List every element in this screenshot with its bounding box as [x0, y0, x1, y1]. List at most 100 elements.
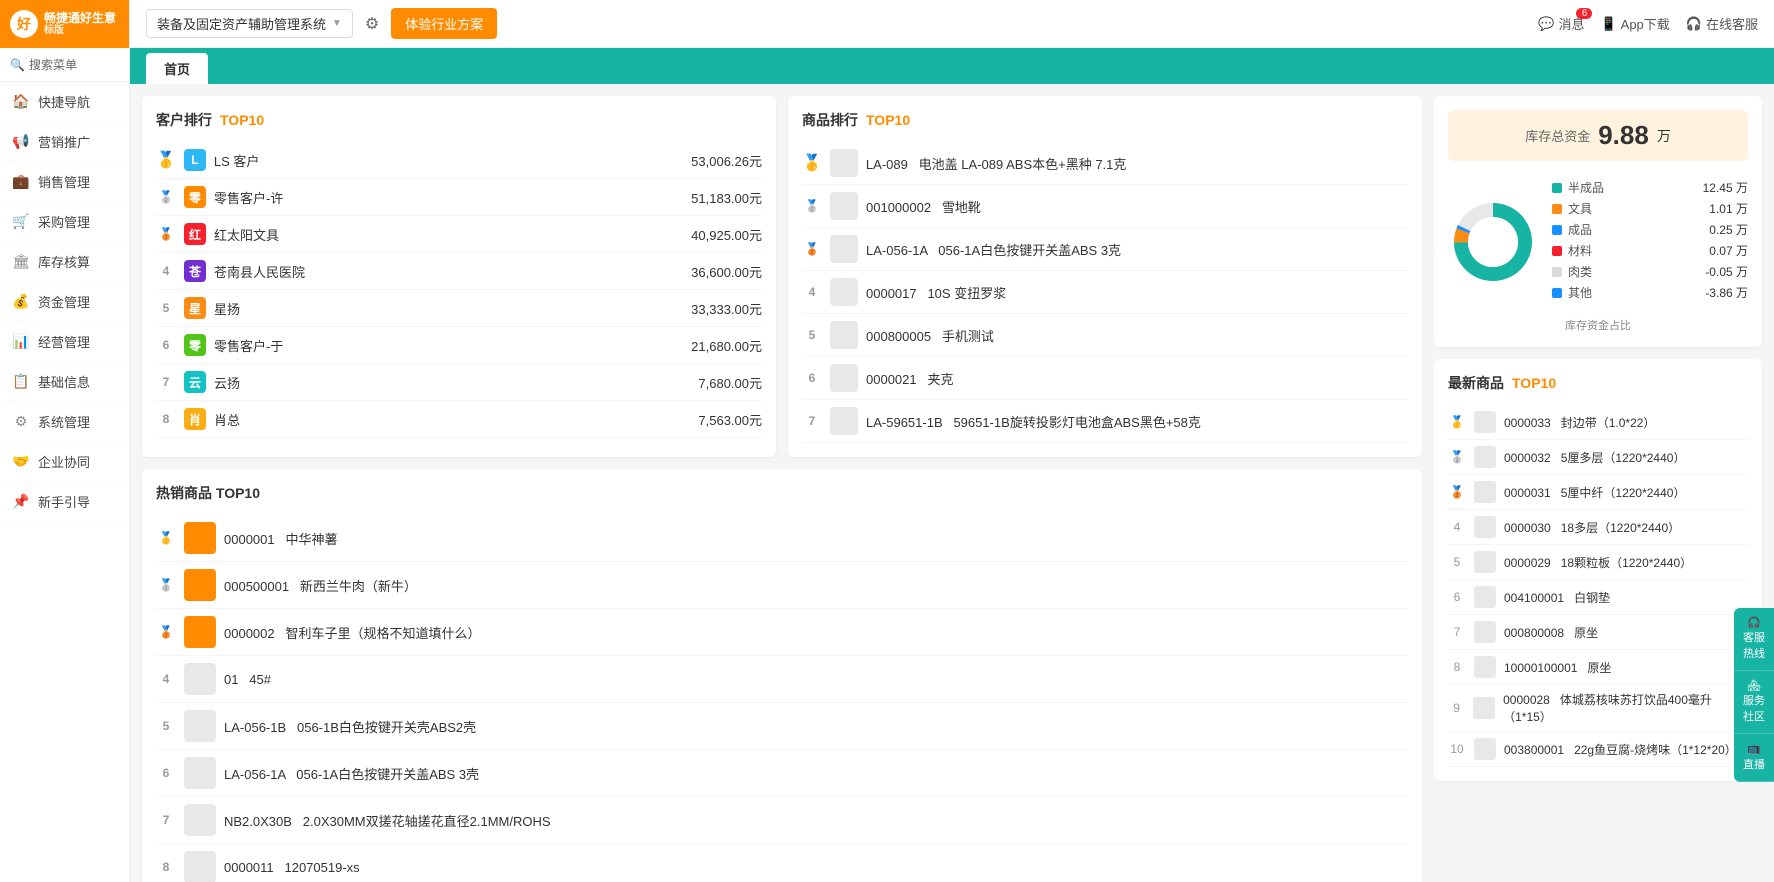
sidebar-nav: 🏠 快捷导航 📢 营销推广 💼 销售管理 🛒 采购管理 🏛 库存核算 💰 资金管… [0, 82, 129, 882]
newest-products-card: 最新商品 TOP10 🥇 0000033 封边带（1.0*22） 🥈 00000… [1434, 359, 1762, 781]
trial-button[interactable]: 体验行业方案 [391, 8, 497, 39]
list-item: 4 0000030 18多层（1220*2440） [1448, 510, 1748, 545]
content: 客户排行 TOP10 🥇 L LS 客户 53,006.26元 🥈 [130, 84, 1774, 882]
tab-home[interactable]: 首页 [146, 53, 208, 84]
nav-tabs: 首页 [130, 48, 1774, 84]
legend-item: 半成品 12.45 万 [1552, 179, 1748, 196]
sidebar-item-purchase[interactable]: 🛒 采购管理 [0, 202, 129, 242]
search-icon: 🔍 [10, 58, 25, 72]
app-download-button[interactable]: 📱 App下载 [1600, 14, 1669, 33]
customer-badge: 零 [184, 186, 206, 208]
sales-icon: 💼 [12, 173, 30, 191]
home-icon: 🏠 [12, 93, 30, 111]
product-image [184, 851, 216, 882]
logo-text: 畅捷通好生意 标版 [44, 11, 116, 37]
message-icon: 💬 [1538, 16, 1554, 32]
gold-medal-icon: 🥇 [156, 150, 176, 170]
product-image [184, 757, 216, 789]
list-item: 5 000800005 手机测试 [802, 314, 1408, 357]
online-service-button[interactable]: 🎧 在线客服 [1686, 14, 1758, 33]
inventory-icon: 🏛 [12, 253, 30, 271]
list-item: 6 004100001 白钢垫 [1448, 580, 1748, 615]
product-image [1474, 551, 1496, 573]
list-item: 6 0000021 夹克 [802, 357, 1408, 400]
product-ranking-title: 商品排行 TOP10 [802, 110, 1408, 130]
product-ranking-card: 商品排行 TOP10 🥇 LA-089 电池盖 LA-089 ABS本色+黑种 … [788, 96, 1422, 457]
product-image [1474, 738, 1496, 760]
product-image [830, 235, 858, 263]
newest-products-list: 🥇 0000033 封边带（1.0*22） 🥈 0000032 5厘多层（122… [1448, 405, 1748, 767]
product-image [830, 364, 858, 392]
main-wrap: 装备及固定资产辅助管理系统 ▼ ⚙ 体验行业方案 💬 消息 6 📱 App下载 … [130, 0, 1774, 882]
customer-ranking-card: 客户排行 TOP10 🥇 L LS 客户 53,006.26元 🥈 [142, 96, 776, 457]
customer-badge: 红 [184, 223, 206, 245]
donut-section: 半成品 12.45 万 文具 1.01 万 成品 0.25 万 [1448, 171, 1748, 313]
list-item: 8 0000011 12070519-xs [156, 844, 1408, 882]
product-ranking-list: 🥇 LA-089 电池盖 LA-089 ABS本色+黑种 7.1克 🥈 0010… [802, 142, 1408, 443]
sidebar-logo: 好 畅捷通好生意 标版 [0, 0, 129, 48]
product-image [1474, 586, 1496, 608]
list-item: 🥇 LA-089 电池盖 LA-089 ABS本色+黑种 7.1克 [802, 142, 1408, 185]
content-right: 库存总资金 9.88 万 [1434, 84, 1774, 882]
sidebar-item-operations[interactable]: 📊 经营管理 [0, 322, 129, 362]
sidebar-item-system[interactable]: ⚙ 系统管理 [0, 402, 129, 442]
donut-chart [1448, 197, 1538, 287]
legend-item: 材料 0.07 万 [1552, 242, 1748, 259]
product-image [830, 321, 858, 349]
system-icon: ⚙ [12, 413, 30, 431]
product-image [1473, 697, 1495, 719]
topbar: 装备及固定资产辅助管理系统 ▼ ⚙ 体验行业方案 💬 消息 6 📱 App下载 … [130, 0, 1774, 48]
customer-badge: 零 [184, 334, 206, 356]
sidebar-item-home[interactable]: 🏠 快捷导航 [0, 82, 129, 122]
sidebar-item-inventory[interactable]: 🏛 库存核算 [0, 242, 129, 282]
list-item: 7 NB2.0X30B 2.0X30MM双搓花轴搓花直径2.1MM/ROHS [156, 797, 1408, 844]
list-item: 7 LA-59651-1B 59651-1B旋转投影灯电池盒ABS黑色+58克 [802, 400, 1408, 443]
sidebar-item-guide[interactable]: 📌 新手引导 [0, 482, 129, 522]
gold-medal-icon: 🥇 [802, 153, 822, 173]
customer-service-button[interactable]: 🎧 客服 热线 [1734, 608, 1774, 671]
list-item: 6 零 零售客户-于 21,680.00元 [156, 327, 762, 364]
list-item: 4 01 45# [156, 656, 1408, 703]
sidebar-item-marketing[interactable]: 📢 营销推广 [0, 122, 129, 162]
list-item: 4 苍 苍南县人民医院 36,600.00元 [156, 253, 762, 290]
list-item: 8 10000100001 原坐 [1448, 650, 1748, 685]
list-item: 🥇 0000033 封边带（1.0*22） [1448, 405, 1748, 440]
list-item: 🥇 0000001 中华神薯 [156, 515, 1408, 562]
customer-badge: 云 [184, 371, 206, 393]
enterprise-icon: 🤝 [12, 453, 30, 471]
product-image [184, 569, 216, 601]
customer-badge: 星 [184, 297, 206, 319]
inventory-card: 库存总资金 9.88 万 [1434, 96, 1762, 347]
sidebar-search[interactable]: 🔍 搜索菜单 [0, 48, 129, 82]
legend-item: 肉类 -0.05 万 [1552, 263, 1748, 280]
list-item: 9 0000028 体城荔核味苏打饮品400毫升（1*15） [1448, 685, 1748, 732]
hot-products-title: 热销商品 TOP10 [156, 483, 1408, 503]
list-item: 4 0000017 10S 变扭罗浆 [802, 271, 1408, 314]
list-item: 🥉 0000031 5厘中纤（1220*2440） [1448, 475, 1748, 510]
system-selector[interactable]: 装备及固定资产辅助管理系统 ▼ [146, 9, 353, 38]
legend-item: 成品 0.25 万 [1552, 221, 1748, 238]
live-button[interactable]: 📺 直播 [1734, 734, 1774, 782]
product-image [1474, 656, 1496, 678]
content-main: 客户排行 TOP10 🥇 L LS 客户 53,006.26元 🥈 [130, 84, 1434, 882]
sidebar: 好 畅捷通好生意 标版 🔍 搜索菜单 🏠 快捷导航 📢 营销推广 💼 销售管理 … [0, 0, 130, 882]
list-item: 🥇 L LS 客户 53,006.26元 [156, 142, 762, 179]
top-rankings: 客户排行 TOP10 🥇 L LS 客户 53,006.26元 🥈 [142, 96, 1422, 457]
hot-products-list: 🥇 0000001 中华神薯 🥈 000500001 新西兰牛肉（新牛） 🥉 0… [156, 515, 1408, 882]
sidebar-item-finance[interactable]: 💰 资金管理 [0, 282, 129, 322]
sidebar-item-basic-info[interactable]: 📋 基础信息 [0, 362, 129, 402]
sidebar-item-sales[interactable]: 💼 销售管理 [0, 162, 129, 202]
float-service: 🎧 客服 热线 🏘 服务 社区 📺 直播 [1734, 608, 1774, 782]
product-image [1474, 446, 1496, 468]
settings-icon[interactable]: ⚙ [365, 14, 379, 34]
sidebar-item-enterprise[interactable]: 🤝 企业协同 [0, 442, 129, 482]
customer-ranking-list: 🥇 L LS 客户 53,006.26元 🥈 零 零售客户-许 51,183.0… [156, 142, 762, 438]
guide-icon: 📌 [12, 493, 30, 511]
list-item: 5 LA-056-1B 056-1B白色按键开关壳ABS2壳 [156, 703, 1408, 750]
marketing-icon: 📢 [12, 133, 30, 151]
message-button[interactable]: 💬 消息 6 [1538, 14, 1584, 33]
phone-icon: 📱 [1600, 16, 1616, 32]
logo-icon: 好 [10, 10, 38, 38]
list-item: 8 肖 肖总 7,563.00元 [156, 401, 762, 438]
community-button[interactable]: 🏘 服务 社区 [1734, 671, 1774, 734]
